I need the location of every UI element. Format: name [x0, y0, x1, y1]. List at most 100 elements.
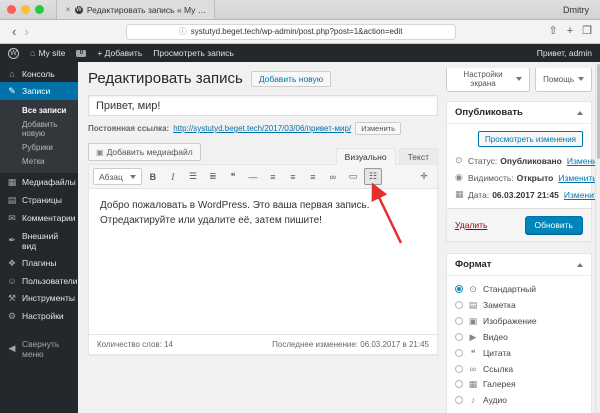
close-window-button[interactable] [7, 5, 16, 14]
format-option-link[interactable]: ∞ Ссылка [455, 361, 583, 376]
add-new-post-button[interactable]: Добавить новую [250, 70, 332, 87]
horizontal-rule-button[interactable]: ― [244, 168, 262, 185]
forward-button[interactable]: › [20, 25, 32, 38]
address-field[interactable]: ⓘ systutyd.beget.tech/wp-admin/post.php?… [125, 23, 456, 40]
tab-visual[interactable]: Визуально [335, 148, 396, 165]
format-option-standard[interactable]: ⊙ Стандартный [455, 281, 583, 297]
sidebar-item-users[interactable]: ☺ Пользователи [0, 272, 78, 289]
more-tag-button[interactable]: ▭ [344, 168, 362, 185]
new-tab-button[interactable]: + [567, 26, 573, 37]
scrollbar-thumb[interactable] [596, 64, 600, 159]
admin-bar-view-post-link[interactable]: Просмотреть запись [153, 48, 234, 58]
publish-panel-header[interactable]: Опубликовать [447, 102, 591, 124]
site-info-icon[interactable]: ⓘ [179, 26, 187, 37]
add-media-button[interactable]: ▣ Добавить медиафайл [88, 143, 201, 161]
paragraph-format-dropdown[interactable]: Абзац [93, 168, 142, 185]
browser-tab[interactable]: ✕ W Редактировать запись « My … [56, 0, 216, 19]
radio-icon[interactable] [455, 333, 463, 341]
chevron-down-icon [578, 77, 584, 81]
admin-bar-site-link[interactable]: ⌂ My site [30, 48, 65, 58]
radio-icon[interactable] [455, 380, 463, 388]
visibility-value: Открыто [516, 172, 554, 183]
sidebar-item-media[interactable]: ▦ Медиафайлы [0, 173, 78, 191]
tab-close-icon[interactable]: ✕ [65, 6, 71, 14]
format-option-video[interactable]: ▶ Видео [455, 329, 583, 345]
format-panel: Формат ⊙ Стандартный ▤ Заметка ▣ Изображ… [446, 253, 592, 413]
radio-checked-icon[interactable] [455, 285, 463, 293]
bulleted-list-button[interactable]: ☰ [184, 168, 202, 185]
panel-toggle-icon[interactable] [577, 110, 583, 115]
italic-button[interactable]: I [164, 168, 182, 185]
format-option-gallery[interactable]: ▦ Галерея [455, 376, 583, 392]
radio-icon[interactable] [455, 317, 463, 325]
permalink-label: Постоянная ссылка: [88, 124, 170, 133]
help-button[interactable]: Помощь [535, 68, 592, 92]
collapse-arrow-icon: ◀ [8, 343, 16, 353]
sidebar-item-dashboard[interactable]: ⌂ Консоль [0, 65, 78, 82]
blockquote-button[interactable]: ❝ [224, 168, 242, 185]
format-option-image[interactable]: ▣ Изображение [455, 313, 583, 329]
sidebar-item-plugins[interactable]: ❖ Плагины [0, 254, 78, 272]
align-left-button[interactable]: ≡ [264, 168, 282, 185]
share-button[interactable]: ⇧ [548, 26, 557, 37]
screen: ✕ W Редактировать запись « My … Dmitry ‹… [0, 0, 600, 413]
back-button[interactable]: ‹ [8, 25, 20, 38]
numbered-list-button[interactable]: ≣ [204, 168, 222, 185]
sidebar-item-pages[interactable]: ▤ Страницы [0, 191, 78, 209]
publish-panel-footer: Удалить Обновить [447, 208, 591, 241]
minimize-window-button[interactable] [21, 5, 30, 14]
page-scrollbar[interactable] [595, 62, 600, 413]
submenu-item-add-new[interactable]: Добавить новую [0, 117, 78, 140]
radio-icon[interactable] [455, 364, 463, 373]
format-panel-header[interactable]: Формат [447, 254, 591, 276]
align-right-button[interactable]: ≡ [304, 168, 322, 185]
visibility-row: ◉ Видимость: Открыто Изменить [447, 169, 597, 186]
help-label: Помощь [543, 74, 574, 84]
distraction-free-button[interactable]: ✛ [415, 168, 433, 185]
browser-profile-name[interactable]: Dmitry [563, 5, 589, 15]
submenu-item-all-posts[interactable]: Все записи [0, 103, 78, 117]
link-button[interactable]: ∞ [324, 168, 342, 185]
screen-options-button[interactable]: Настройки экрана [446, 68, 531, 92]
tabs-overview-button[interactable]: ❐ [582, 26, 592, 37]
zoom-window-button[interactable] [35, 5, 44, 14]
tab-text[interactable]: Текст [398, 148, 438, 165]
sidebar-item-settings[interactable]: ⚙ Настройки [0, 307, 78, 325]
sidebar-item-comments[interactable]: ✉ Комментарии [0, 209, 78, 227]
format-option-aside[interactable]: ▤ Заметка [455, 297, 583, 313]
wordpress-logo-icon[interactable]: W [8, 47, 19, 59]
date-value: 06.03.2017 21:45 [492, 189, 559, 200]
format-option-quote[interactable]: ❝ Цитата [455, 345, 583, 361]
visibility-edit-link[interactable]: Изменить [558, 173, 596, 183]
editor-footer: Количество слов: 14 Последнее изменение:… [89, 334, 437, 354]
post-title-input[interactable] [88, 95, 438, 116]
status-value: Опубликовано [500, 155, 562, 166]
radio-icon[interactable] [455, 395, 463, 404]
bold-button[interactable]: B [144, 168, 162, 185]
publish-panel-title: Опубликовать [455, 107, 523, 118]
editor-column: Редактировать запись Добавить новую Пост… [88, 68, 438, 413]
sidebar-item-posts[interactable]: ✎ Записи [0, 82, 78, 100]
submenu-item-categories[interactable]: Рубрики [0, 140, 78, 154]
admin-bar-comments-link[interactable]: 0 [76, 49, 87, 57]
submenu-item-tags[interactable]: Метки [0, 154, 78, 168]
move-to-trash-link[interactable]: Удалить [455, 220, 487, 230]
format-option-audio[interactable]: ♪ Аудио [455, 392, 583, 407]
admin-bar-new-link[interactable]: + Добавить [97, 48, 142, 58]
sidebar-item-collapse-menu[interactable]: ◀ Свернуть меню [0, 335, 78, 362]
users-icon: ☺ [7, 275, 17, 286]
panel-toggle-icon[interactable] [577, 262, 583, 267]
admin-bar-greeting[interactable]: Привет, admin [537, 48, 592, 58]
status-label: Статус: [468, 155, 498, 166]
align-center-button[interactable]: ≡ [284, 168, 302, 185]
update-button[interactable]: Обновить [524, 216, 583, 234]
sidebar-item-appearance[interactable]: ✒ Внешний вид [0, 227, 78, 254]
permalink-url-link[interactable]: http://systutyd.beget.tech/2017/03/06/пр… [173, 124, 351, 133]
preview-changes-button[interactable]: Просмотреть изменения [478, 131, 583, 147]
sidebar-item-tools[interactable]: ⚒ Инструменты [0, 289, 78, 307]
radio-icon[interactable] [455, 349, 463, 357]
radio-icon[interactable] [455, 301, 463, 309]
permalink-edit-button[interactable]: Изменить [355, 122, 402, 135]
editor-content[interactable]: Добро пожаловать в WordPress. Это ваша п… [89, 189, 437, 334]
toolbar-toggle-button[interactable]: ☷ [363, 168, 382, 185]
